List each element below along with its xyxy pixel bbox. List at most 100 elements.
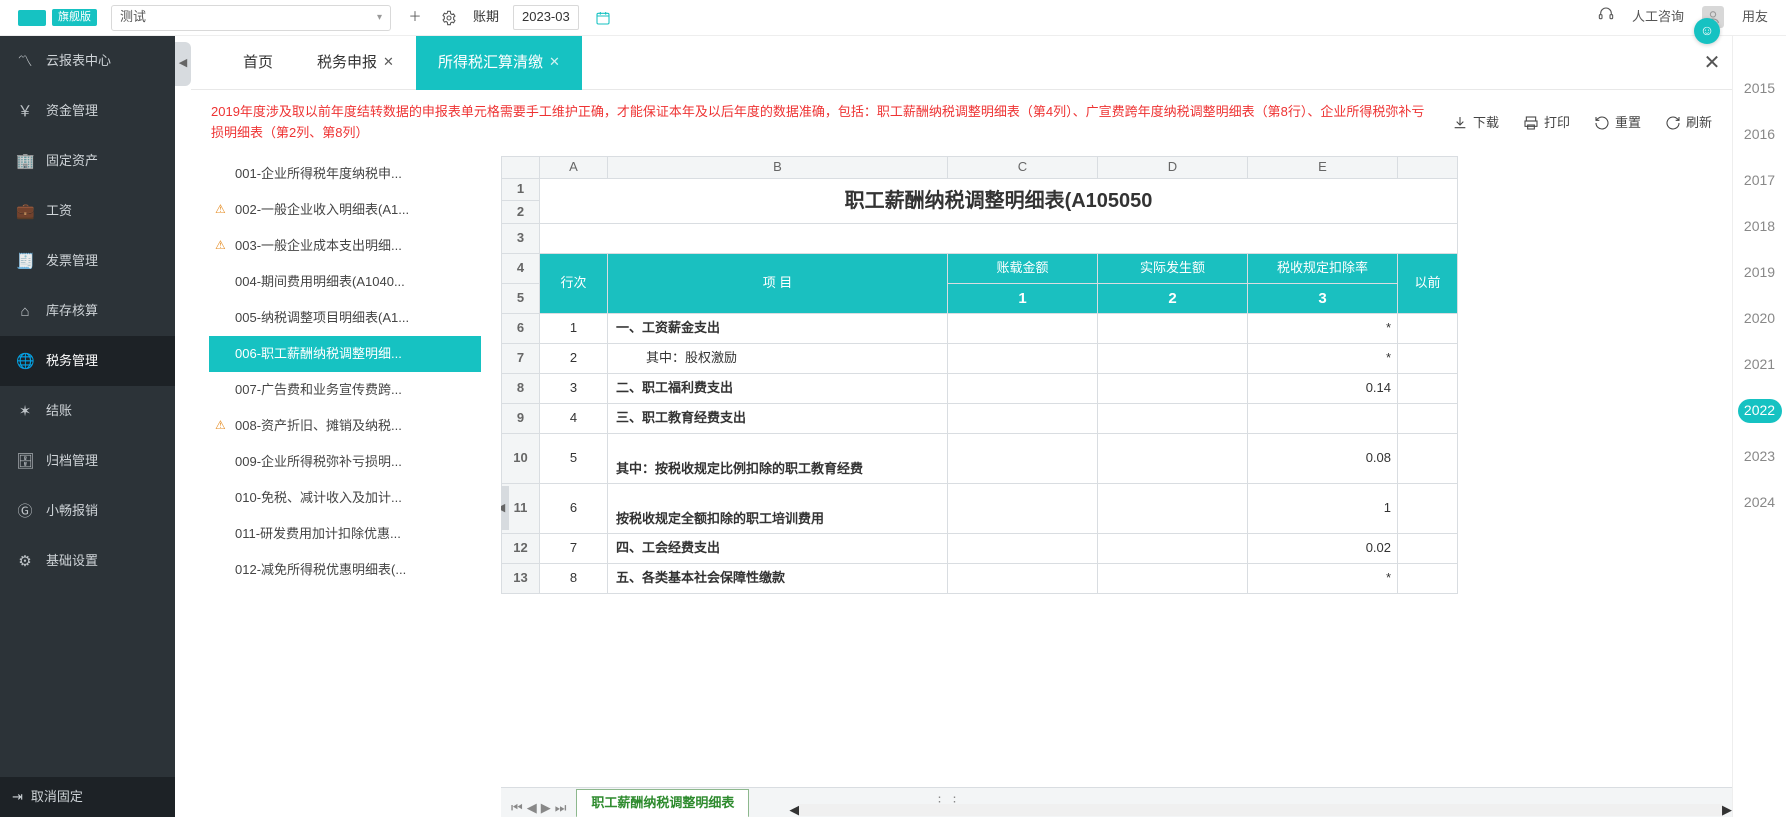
- close-icon[interactable]: ✕: [549, 53, 560, 71]
- sheet-nav-last-icon[interactable]: ⏭: [555, 799, 567, 817]
- row-head-6[interactable]: 6: [502, 313, 540, 343]
- row-head-8[interactable]: 8: [502, 373, 540, 403]
- headset-icon[interactable]: [1598, 6, 1614, 29]
- gear-icon[interactable]: [439, 8, 459, 28]
- row-head-3[interactable]: 3: [502, 223, 540, 253]
- nav-item-1[interactable]: ￥资金管理: [0, 86, 175, 136]
- row-head-12[interactable]: 12: [502, 533, 540, 563]
- col-head-A[interactable]: A: [540, 156, 608, 178]
- row-head-7[interactable]: 7: [502, 343, 540, 373]
- cell-F-7[interactable]: [1398, 563, 1458, 593]
- cell-F-6[interactable]: [1398, 533, 1458, 563]
- period-value[interactable]: 2023-03: [513, 5, 579, 29]
- nav-item-10[interactable]: ⚙基础设置: [0, 536, 175, 586]
- form-item-10[interactable]: 011-研发费用加计扣除优惠...: [209, 516, 481, 552]
- year-2022[interactable]: 2022: [1733, 388, 1786, 434]
- cell-E-1[interactable]: *: [1248, 343, 1398, 373]
- nav-item-7[interactable]: ✶结账: [0, 386, 175, 436]
- cell-E-5[interactable]: 1: [1248, 483, 1398, 533]
- nav-item-8[interactable]: 🗄归档管理: [0, 436, 175, 486]
- cell-item-7[interactable]: 五、各类基本社会保障性缴款: [608, 563, 948, 593]
- cell-item-1[interactable]: 其中：股权激励: [608, 343, 948, 373]
- cell-D-6[interactable]: [1098, 533, 1248, 563]
- form-item-3[interactable]: 004-期间费用明细表(A1040...: [209, 264, 481, 300]
- cell-D-4[interactable]: [1098, 433, 1248, 483]
- nav-item-2[interactable]: 🏢固定资产: [0, 136, 175, 186]
- plus-icon[interactable]: ＋: [405, 8, 425, 28]
- sheet-nav-next-icon[interactable]: ▶: [541, 799, 551, 817]
- cell-F-5[interactable]: [1398, 483, 1458, 533]
- cell-E-3[interactable]: [1248, 403, 1398, 433]
- form-item-2[interactable]: ⚠003-一般企业成本支出明细...: [209, 228, 481, 264]
- cell-rownum-4[interactable]: 5: [540, 433, 608, 483]
- cell-F-3[interactable]: [1398, 403, 1458, 433]
- cell-E-0[interactable]: *: [1248, 313, 1398, 343]
- cell-E-4[interactable]: 0.08: [1248, 433, 1398, 483]
- scroll-right-icon[interactable]: ▶: [1722, 801, 1732, 817]
- nav-item-0[interactable]: 〽云报表中心: [0, 36, 175, 86]
- form-item-5[interactable]: 006-职工薪酬纳税调整明细...: [209, 336, 481, 372]
- cell-D-7[interactable]: [1098, 563, 1248, 593]
- float-help-icon[interactable]: ☺: [1694, 18, 1720, 44]
- cell-item-5[interactable]: 按税收规定全额扣除的职工培训费用: [608, 483, 948, 533]
- cell-rownum-0[interactable]: 1: [540, 313, 608, 343]
- tab-2[interactable]: 所得税汇算清缴✕: [416, 36, 582, 90]
- form-item-7[interactable]: ⚠008-资产折旧、摊销及纳税...: [209, 408, 481, 444]
- download-button[interactable]: 下载: [1452, 114, 1499, 132]
- form-item-0[interactable]: 001-企业所得税年度纳税申...: [209, 156, 481, 192]
- cell-E-6[interactable]: 0.02: [1248, 533, 1398, 563]
- cell-item-4[interactable]: 其中：按税收规定比例扣除的职工教育经费: [608, 433, 948, 483]
- cell-E-2[interactable]: 0.14: [1248, 373, 1398, 403]
- sheet-hscrollbar[interactable]: ◀ ▶: [789, 803, 1732, 817]
- nav-item-9[interactable]: Ⓖ小畅报销: [0, 486, 175, 536]
- sheet-tab-active[interactable]: 职工薪酬纳税调整明细表: [576, 789, 749, 817]
- nav-item-5[interactable]: ⌂库存核算: [0, 286, 175, 336]
- col-head-B[interactable]: B: [608, 156, 948, 178]
- year-2015[interactable]: 2015: [1733, 66, 1786, 112]
- company-select[interactable]: 测试 ▾: [111, 5, 391, 31]
- forms-collapse-handle[interactable]: ◀: [501, 486, 509, 530]
- year-2023[interactable]: 2023: [1733, 434, 1786, 480]
- form-item-11[interactable]: 012-减免所得税优惠明细表(...: [209, 552, 481, 588]
- row-head-10[interactable]: 10: [502, 433, 540, 483]
- row-head-13[interactable]: 13: [502, 563, 540, 593]
- year-2017[interactable]: 2017: [1733, 158, 1786, 204]
- sheet-nav-prev-icon[interactable]: ◀: [527, 799, 537, 817]
- cell-F-2[interactable]: [1398, 373, 1458, 403]
- nav-item-6[interactable]: 🌐税务管理: [0, 336, 175, 386]
- cell-D-2[interactable]: [1098, 373, 1248, 403]
- cell-rownum-7[interactable]: 8: [540, 563, 608, 593]
- cell-item-2[interactable]: 二、职工福利费支出: [608, 373, 948, 403]
- pin-toggle[interactable]: ⇥取消固定: [0, 777, 175, 817]
- tab-1[interactable]: 税务申报✕: [295, 36, 416, 90]
- row-head-2[interactable]: 2: [502, 201, 540, 224]
- cell-C-2[interactable]: [948, 373, 1098, 403]
- cell-D-5[interactable]: [1098, 483, 1248, 533]
- sheet-nav-first-icon[interactable]: ⏮: [511, 799, 523, 817]
- consult-link[interactable]: 人工咨询: [1632, 8, 1684, 26]
- tab-0[interactable]: 首页: [221, 36, 295, 90]
- close-all-tabs[interactable]: ✕: [1692, 49, 1732, 77]
- cell-rownum-3[interactable]: 4: [540, 403, 608, 433]
- scroll-left-icon[interactable]: ◀: [789, 801, 799, 817]
- nav-item-4[interactable]: 🧾发票管理: [0, 236, 175, 286]
- cell-C-1[interactable]: [948, 343, 1098, 373]
- nav-item-3[interactable]: 💼工资: [0, 186, 175, 236]
- row-head-1[interactable]: 1: [502, 178, 540, 201]
- refresh-button[interactable]: 刷新: [1665, 114, 1712, 132]
- cell-rownum-6[interactable]: 7: [540, 533, 608, 563]
- cell-item-0[interactable]: 一、工资薪金支出: [608, 313, 948, 343]
- year-2024[interactable]: 2024: [1733, 480, 1786, 526]
- cell-rownum-2[interactable]: 3: [540, 373, 608, 403]
- year-2019[interactable]: 2019: [1733, 250, 1786, 296]
- spreadsheet[interactable]: ABCDE1职工薪酬纳税调整明细表(A105050234行次项 目账载金额实际发…: [501, 156, 1732, 787]
- form-item-6[interactable]: 007-广告费和业务宣传费跨...: [209, 372, 481, 408]
- cell-F-0[interactable]: [1398, 313, 1458, 343]
- form-item-8[interactable]: 009-企业所得税弥补亏损明...: [209, 444, 481, 480]
- col-head-D[interactable]: D: [1098, 156, 1248, 178]
- print-button[interactable]: 打印: [1523, 114, 1570, 132]
- close-icon[interactable]: ✕: [383, 53, 394, 71]
- calendar-icon[interactable]: [593, 8, 613, 28]
- cell-F-1[interactable]: [1398, 343, 1458, 373]
- cell-C-7[interactable]: [948, 563, 1098, 593]
